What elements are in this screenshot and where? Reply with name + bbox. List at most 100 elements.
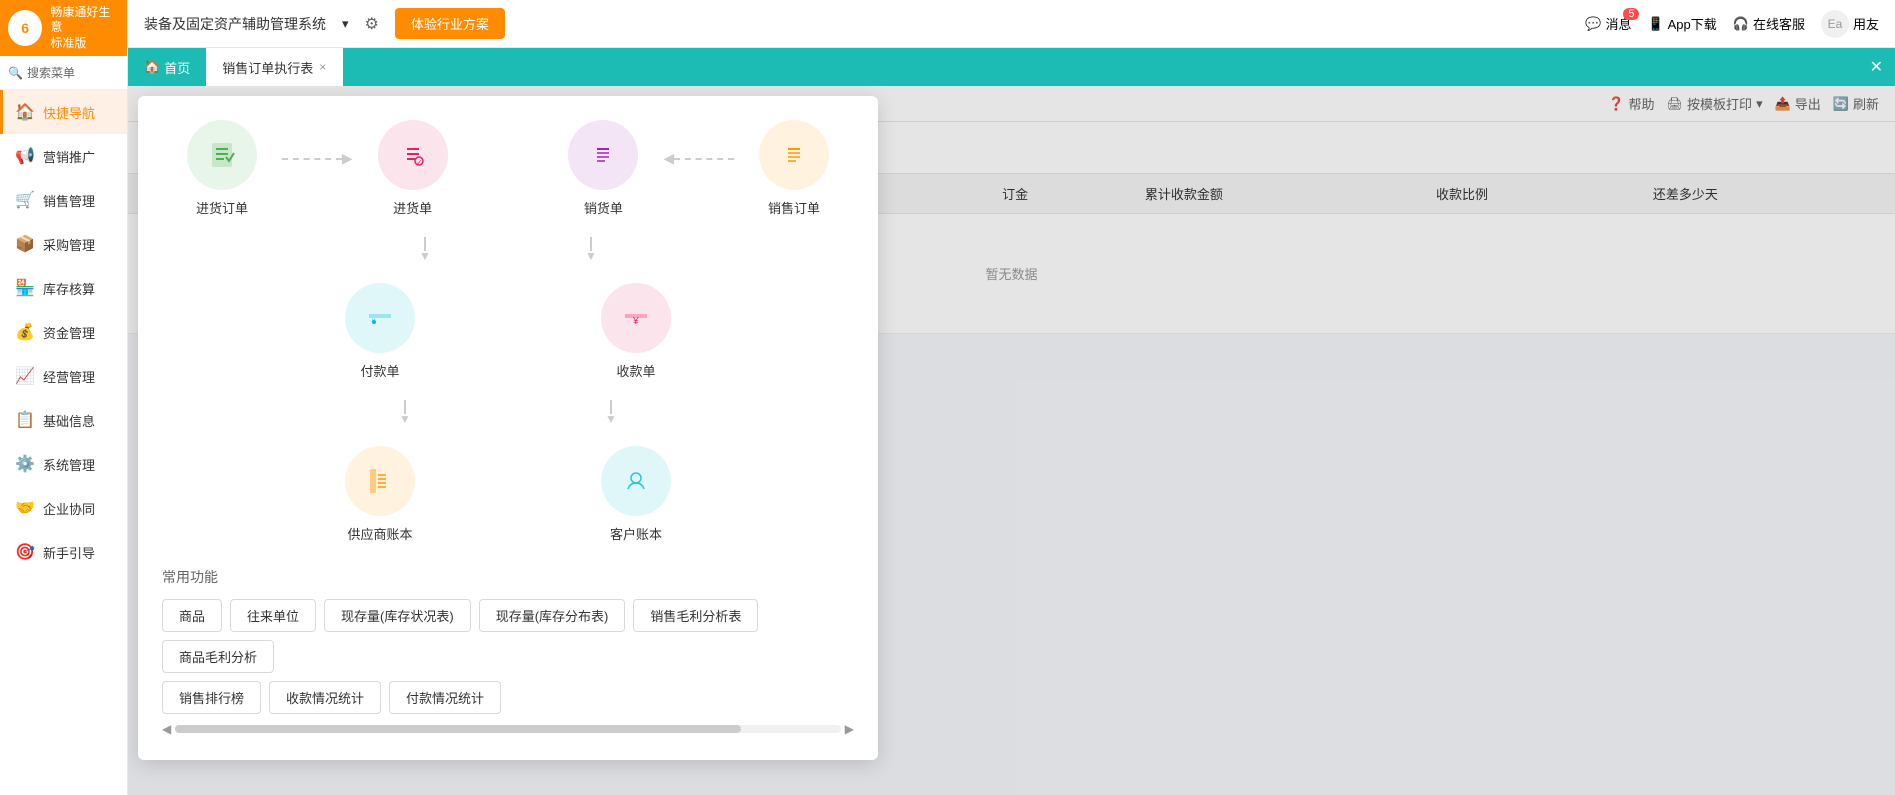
- topbar-right-actions: 💬 消息 5 📱 App下载 🎧 在线客服 Ea 用友: [1585, 10, 1879, 38]
- message-badge: 5: [1623, 8, 1639, 20]
- guide-icon: 🎯: [15, 542, 35, 562]
- settings-icon[interactable]: ⚙: [365, 14, 379, 34]
- sales-order-label: 销售订单: [768, 198, 820, 217]
- search-icon: 🔍: [8, 66, 23, 80]
- wf-supplier-ledger[interactable]: 供应商账本: [320, 446, 440, 543]
- sidebar-item-inventory[interactable]: 🏪 库存核算: [0, 266, 127, 310]
- workflow-overlay[interactable]: 进货订单 ▶ ✓: [128, 86, 1895, 795]
- arrow-from-sales-order: ◀: [663, 150, 734, 167]
- purchase-order-icon: [187, 120, 257, 190]
- chevron-down-icon: ▾: [342, 16, 349, 32]
- experience-button[interactable]: 体验行业方案: [395, 8, 505, 39]
- sidebar-search[interactable]: 🔍 搜索菜单: [0, 56, 127, 90]
- logo-text: 畅康通好生意 标准版: [50, 5, 119, 52]
- headset-icon: 🎧: [1733, 16, 1749, 32]
- workflow-dialog: 进货订单 ▶ ✓: [138, 96, 878, 760]
- common-btn-stock-dist[interactable]: 现存量(库存分布表): [479, 599, 626, 632]
- message-icon: 💬: [1585, 16, 1601, 32]
- workflow-row-3: 供应商账本 客户账本: [162, 446, 854, 543]
- system-dropdown[interactable]: ▾: [342, 16, 349, 32]
- logo-icon: 6: [8, 10, 42, 46]
- common-functions-buttons: 商品 往来单位 现存量(库存状况表) 现存量(库存分布表) 销售毛利分析表 商品…: [162, 599, 854, 673]
- supplier-ledger-icon: [345, 446, 415, 516]
- avatar: Ea: [1821, 10, 1849, 38]
- sidebar-item-system[interactable]: ⚙️ 系统管理: [0, 442, 127, 486]
- sales-bill-icon: [568, 120, 638, 190]
- scroll-left-arrow[interactable]: ◀: [162, 722, 171, 736]
- wf-receipt-bill[interactable]: ¥ 收款单: [576, 283, 696, 380]
- dialog-scrollbar-row: ◀ ▶: [162, 722, 854, 736]
- wf-purchase-order[interactable]: 进货订单: [162, 120, 282, 217]
- common-btn-product-gross[interactable]: 商品毛利分析: [162, 640, 274, 673]
- sidebar-logo: 6 畅康通好生意 标准版: [0, 0, 127, 56]
- system-icon: ⚙️: [15, 454, 35, 474]
- sidebar-item-marketing[interactable]: 📢 营销推广: [0, 134, 127, 178]
- wf-customer-ledger[interactable]: 客户账本: [576, 446, 696, 543]
- tab-bar: 🏠 首页 销售订单执行表 × ✕: [128, 48, 1895, 86]
- home-icon: 🏠: [144, 59, 160, 75]
- quick-nav-icon: 🏠: [15, 102, 35, 122]
- tab-sales-order-execution[interactable]: 销售订单执行表 ×: [206, 48, 343, 86]
- common-btn-partner[interactable]: 往来单位: [230, 599, 316, 632]
- common-btn-payment-stats[interactable]: 付款情况统计: [389, 681, 501, 714]
- enterprise-icon: 🤝: [15, 498, 35, 518]
- sidebar-item-enterprise[interactable]: 🤝 企业协同: [0, 486, 127, 530]
- purchase-order-label: 进货订单: [196, 198, 248, 217]
- content-area: ❓ 帮助 🖨 按模板打印 ▾ 📤 导出 🔄 刷新: [128, 86, 1895, 795]
- common-btn-product[interactable]: 商品: [162, 599, 222, 632]
- system-title: 装备及固定资产辅助管理系统: [144, 14, 326, 34]
- common-btn-stock-status[interactable]: 现存量(库存状况表): [324, 599, 471, 632]
- app-download-item[interactable]: 📱 App下载: [1647, 14, 1716, 33]
- sidebar-item-purchase[interactable]: 📦 采购管理: [0, 222, 127, 266]
- svg-text:¥: ¥: [632, 316, 639, 327]
- payment-bill-label: 付款单: [360, 361, 399, 380]
- purchase-icon: 📦: [15, 234, 35, 254]
- wf-sales-bill[interactable]: 销货单: [543, 120, 663, 217]
- main-area: 装备及固定资产辅助管理系统 ▾ ⚙ 体验行业方案 💬 消息 5 📱 App下载 …: [128, 0, 1895, 795]
- svg-text:✓: ✓: [416, 160, 422, 167]
- common-btn-sales-gross[interactable]: 销售毛利分析表: [633, 599, 758, 632]
- message-item[interactable]: 💬 消息 5: [1585, 14, 1631, 33]
- inventory-icon: 🏪: [15, 278, 35, 298]
- sidebar-nav: 🏠 快捷导航 📢 营销推广 🛒 销售管理 📦 采购管理 🏪 库存核算 💰: [0, 90, 127, 795]
- common-functions-section: 常用功能 商品 往来单位 现存量(库存状况表) 现存量(库存分布表) 销售毛利分…: [162, 567, 854, 714]
- tab-close-icon[interactable]: ×: [319, 60, 326, 74]
- topbar: 装备及固定资产辅助管理系统 ▾ ⚙ 体验行业方案 💬 消息 5 📱 App下载 …: [128, 0, 1895, 48]
- scroll-right-arrow[interactable]: ▶: [845, 722, 854, 736]
- common-btn-sales-ranking[interactable]: 销售排行榜: [162, 681, 261, 714]
- sidebar-item-quick-nav[interactable]: 🏠 快捷导航: [0, 90, 127, 134]
- arrow-to-purchase-bill: ▶: [282, 150, 353, 167]
- sidebar-item-operations[interactable]: 📈 经营管理: [0, 354, 127, 398]
- workflow-row-2: ¥ 付款单 ¥ 收款单: [162, 283, 854, 380]
- finance-icon: 💰: [15, 322, 35, 342]
- app-download-icon: 📱: [1647, 16, 1663, 32]
- workflow-diagram: 进货订单 ▶ ✓: [162, 120, 854, 543]
- receipt-bill-icon: ¥: [601, 283, 671, 353]
- common-btn-receipt-stats[interactable]: 收款情况统计: [269, 681, 381, 714]
- wf-payment-bill[interactable]: ¥ 付款单: [320, 283, 440, 380]
- marketing-icon: 📢: [15, 146, 35, 166]
- sales-bill-label: 销货单: [584, 198, 623, 217]
- common-functions-title: 常用功能: [162, 567, 854, 587]
- wf-sales-order[interactable]: 销售订单: [734, 120, 854, 217]
- sales-icon: 🛒: [15, 190, 35, 210]
- sidebar-item-sales[interactable]: 🛒 销售管理: [0, 178, 127, 222]
- workflow-arrows-row-2: ▼ ▼: [162, 400, 854, 426]
- wf-purchase-bill[interactable]: ✓ 进货单: [353, 120, 473, 217]
- customer-ledger-label: 客户账本: [610, 524, 662, 543]
- sidebar-item-guide[interactable]: 🎯 新手引导: [0, 530, 127, 574]
- payment-bill-icon: ¥: [345, 283, 415, 353]
- sidebar-item-basic-info[interactable]: 📋 基础信息: [0, 398, 127, 442]
- online-service-item[interactable]: 🎧 在线客服: [1733, 14, 1805, 33]
- user-profile[interactable]: Ea 用友: [1821, 10, 1879, 38]
- basic-info-icon: 📋: [15, 410, 35, 430]
- sidebar-item-finance[interactable]: 💰 资金管理: [0, 310, 127, 354]
- supplier-ledger-label: 供应商账本: [347, 524, 412, 543]
- scrollbar-track: [175, 725, 841, 733]
- customer-ledger-icon: [601, 446, 671, 516]
- tab-home[interactable]: 🏠 首页: [128, 48, 206, 86]
- tab-bar-close-button[interactable]: ✕: [1858, 48, 1895, 86]
- workflow-arrows-row: ▼ ▼: [162, 237, 854, 263]
- operations-icon: 📈: [15, 366, 35, 386]
- common-functions-buttons-row2: 销售排行榜 收款情况统计 付款情况统计: [162, 681, 854, 714]
